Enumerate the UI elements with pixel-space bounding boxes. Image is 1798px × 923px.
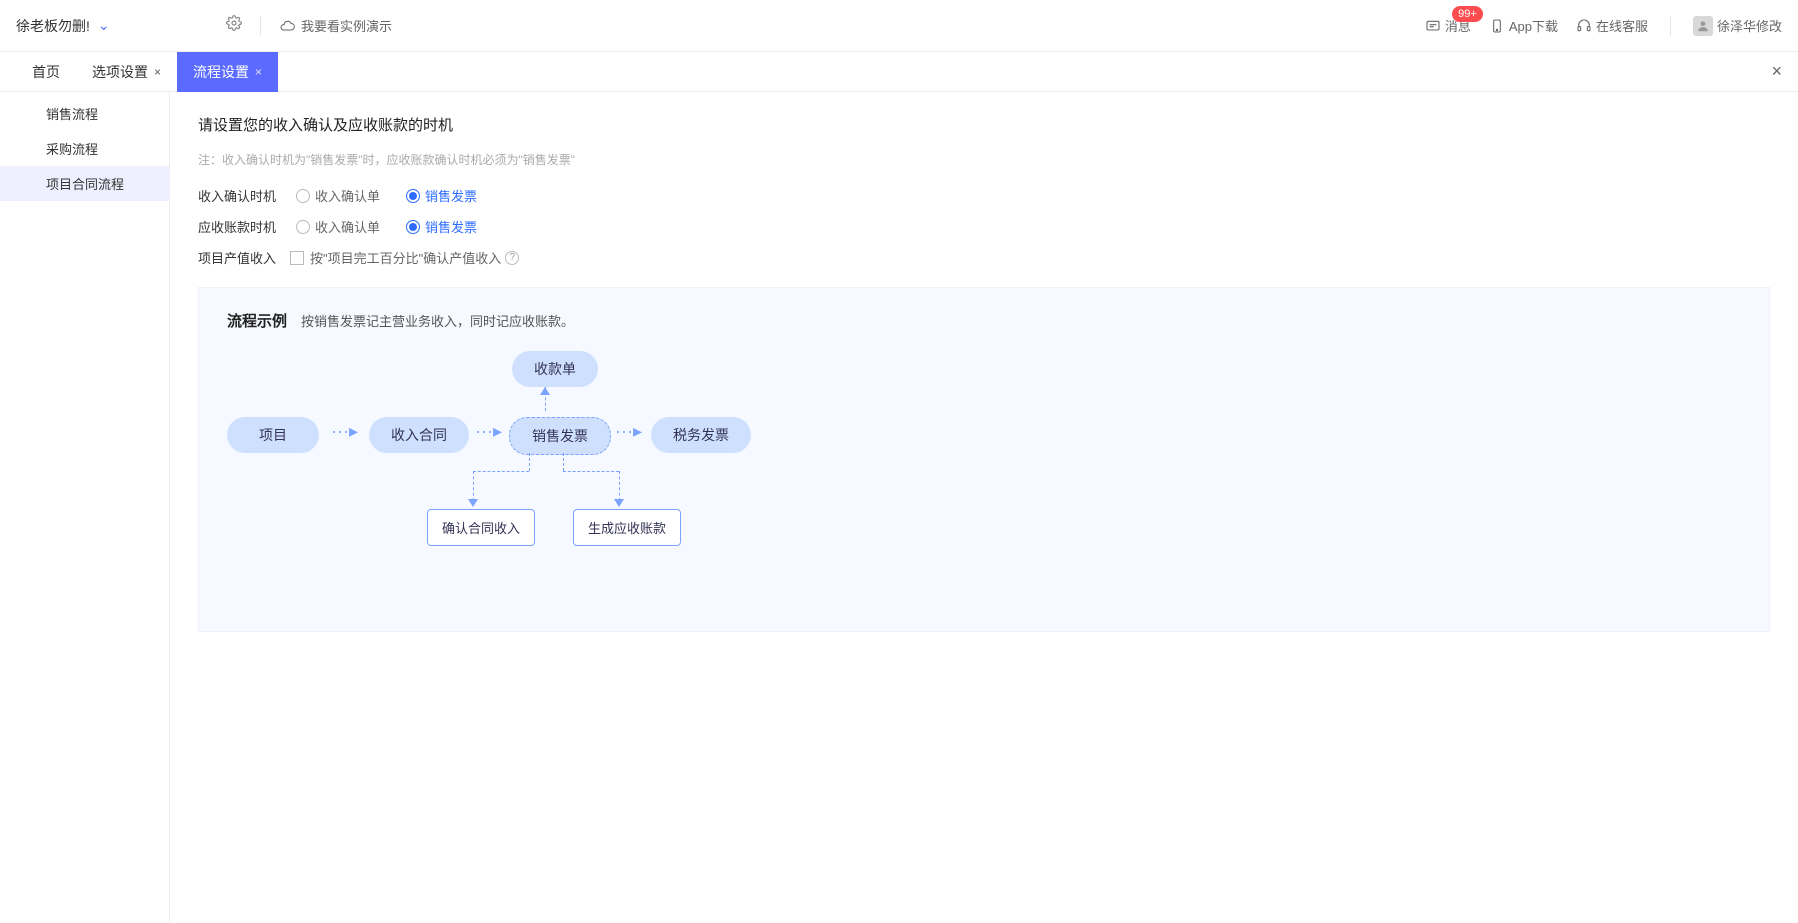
avatar-icon xyxy=(1693,16,1713,36)
app-label: App下载 xyxy=(1509,16,1558,35)
example-sub: 按销售发票记主营业务收入，同时记应收账款。 xyxy=(301,311,574,330)
headset-icon xyxy=(1576,18,1592,34)
top-header: 徐老板勿删! ⌄ 我要看实例演示 消息 99+ App下载 在线客服 徐泽华修改 xyxy=(0,0,1798,52)
field-label: 应收账款时机 xyxy=(198,217,290,236)
demo-text: 我要看实例演示 xyxy=(301,16,392,35)
divider xyxy=(260,16,261,36)
close-icon[interactable]: × xyxy=(154,65,161,79)
company-select[interactable]: 徐老板勿删! ⌄ xyxy=(16,16,216,36)
tab-options[interactable]: 选项设置× xyxy=(76,52,177,92)
chevron-down-icon: ⌄ xyxy=(98,17,110,34)
radio-sales-invoice[interactable]: 销售发票 xyxy=(406,217,477,236)
checkbox-percentage[interactable] xyxy=(290,251,304,265)
arrow-icon: ···▸ xyxy=(331,421,358,442)
support-label: 在线客服 xyxy=(1596,16,1648,35)
cloud-icon xyxy=(279,18,295,34)
sidebar-item-sales[interactable]: 销售流程 xyxy=(0,96,169,131)
radio-sales-invoice[interactable]: 销售发票 xyxy=(406,186,477,205)
node-receipt: 收款单 xyxy=(512,351,598,387)
sidebar: 销售流程 采购流程 项目合同流程 xyxy=(0,92,170,923)
company-name: 徐老板勿删! xyxy=(16,16,90,36)
top-actions: 消息 99+ App下载 在线客服 徐泽华修改 xyxy=(1425,16,1782,36)
arrow-icon: ···▸ xyxy=(615,421,642,442)
example-title: 流程示例 xyxy=(227,310,287,331)
field-label: 收入确认时机 xyxy=(198,186,290,205)
user-name: 徐泽华修改 xyxy=(1717,16,1782,35)
gear-icon[interactable] xyxy=(226,15,242,36)
field-label: 项目产值收入 xyxy=(198,248,290,267)
sidebar-item-purchase[interactable]: 采购流程 xyxy=(0,131,169,166)
sidebar-item-project[interactable]: 项目合同流程 xyxy=(0,166,169,201)
field-income-confirm: 收入确认时机 收入确认单 销售发票 xyxy=(198,186,1770,205)
arrow-icon: ···▸ xyxy=(475,421,502,442)
user-menu[interactable]: 徐泽华修改 xyxy=(1693,16,1782,36)
node-income: 收入合同 xyxy=(369,417,469,453)
messages-action[interactable]: 消息 99+ xyxy=(1425,16,1471,35)
phone-icon xyxy=(1489,18,1505,34)
page-title: 请设置您的收入确认及应收账款的时机 xyxy=(198,114,1770,135)
field-receivable: 应收账款时机 收入确认单 销售发票 xyxy=(198,217,1770,236)
node-sales-invoice: 销售发票 xyxy=(509,417,611,455)
radio-income-confirm-slip[interactable]: 收入确认单 xyxy=(296,186,380,205)
example-box: 流程示例 按销售发票记主营业务收入，同时记应收账款。 收款单 项目 ···▸ 收… xyxy=(198,287,1770,632)
divider xyxy=(1670,16,1671,36)
flow-diagram: 收款单 项目 ···▸ 收入合同 ···▸ 销售发票 ···▸ 税务发票 xyxy=(227,351,787,571)
node-tax-invoice: 税务发票 xyxy=(651,417,751,453)
close-all-icon[interactable]: × xyxy=(1771,61,1782,82)
messages-badge: 99+ xyxy=(1452,6,1483,22)
page-note: 注：收入确认时机为"销售发票"时，应收账款确认时机必须为"销售发票" xyxy=(198,151,1770,168)
close-icon[interactable]: × xyxy=(255,65,262,79)
app-download-action[interactable]: App下载 xyxy=(1489,16,1558,35)
node-gen-receivable: 生成应收账款 xyxy=(573,509,681,546)
checkbox-label: 按"项目完工百分比"确认产值收入 xyxy=(310,248,501,267)
help-icon[interactable]: ? xyxy=(505,251,519,265)
support-action[interactable]: 在线客服 xyxy=(1576,16,1648,35)
field-project-output: 项目产值收入 按"项目完工百分比"确认产值收入 ? xyxy=(198,248,1770,267)
node-project: 项目 xyxy=(227,417,319,453)
tab-home[interactable]: 首页 xyxy=(16,52,76,92)
tab-bar: 首页 选项设置× 流程设置× × xyxy=(0,52,1798,92)
radio-income-confirm-slip[interactable]: 收入确认单 xyxy=(296,217,380,236)
content: 请设置您的收入确认及应收账款的时机 注：收入确认时机为"销售发票"时，应收账款确… xyxy=(170,92,1798,923)
tab-flow[interactable]: 流程设置× xyxy=(177,52,278,92)
demo-link[interactable]: 我要看实例演示 xyxy=(279,16,392,35)
node-confirm-income: 确认合同收入 xyxy=(427,509,535,546)
message-icon xyxy=(1425,18,1441,34)
